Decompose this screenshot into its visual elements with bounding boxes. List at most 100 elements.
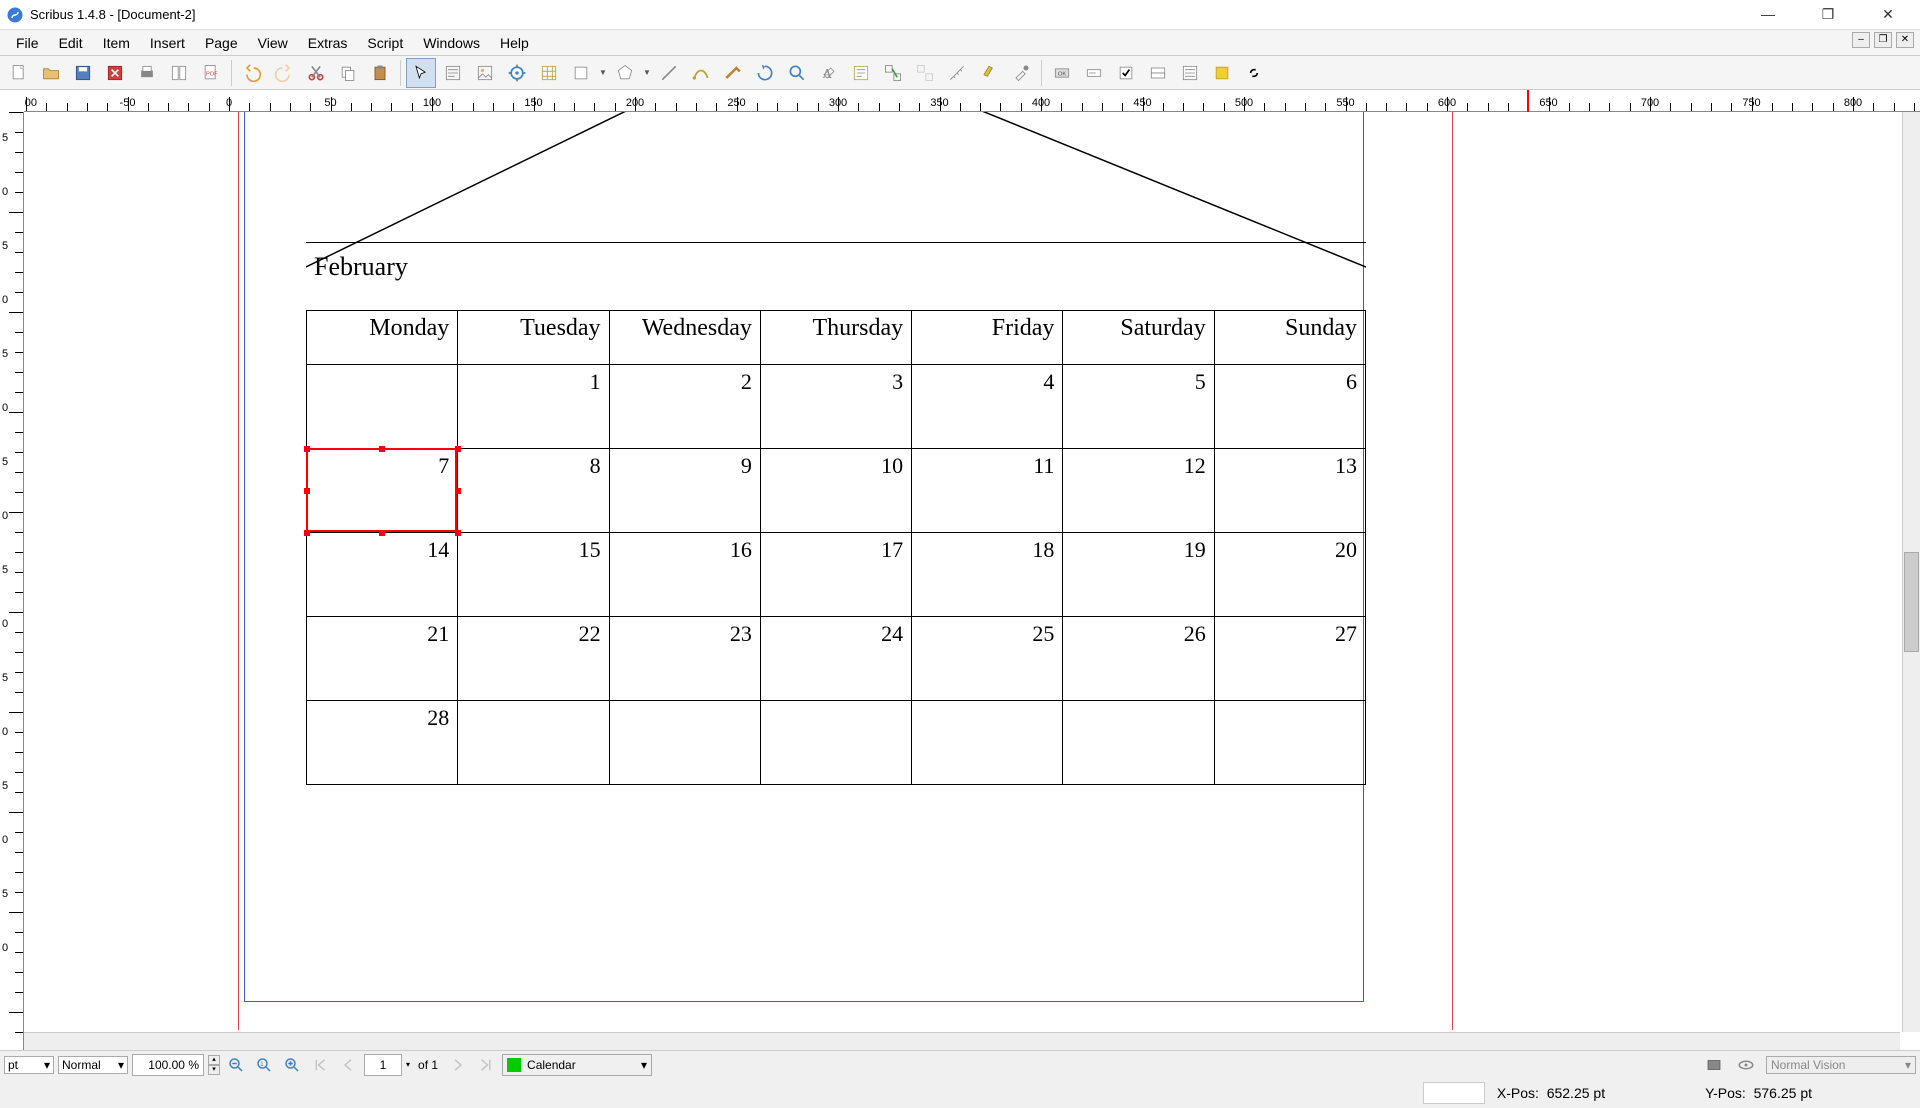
document-canvas[interactable]: February MondayTuesdayWednesdayThursdayF…: [24, 112, 1900, 1030]
horizontal-ruler[interactable]: -100-50050100150200250300350400450500550…: [24, 90, 1920, 112]
calendar-cell[interactable]: 3: [760, 365, 911, 449]
bezier-icon[interactable]: [686, 58, 716, 88]
calendar-cell[interactable]: 4: [912, 365, 1063, 449]
calendar-cell[interactable]: 24: [760, 617, 911, 701]
close-button[interactable]: ✕: [1870, 6, 1906, 23]
calendar-cell[interactable]: 18: [912, 533, 1063, 617]
maximize-button[interactable]: ❐: [1810, 6, 1846, 23]
menu-view[interactable]: View: [248, 32, 298, 54]
menu-script[interactable]: Script: [357, 32, 413, 54]
selection-outline[interactable]: [306, 448, 457, 532]
save-icon[interactable]: [68, 58, 98, 88]
unit-selector[interactable]: pt ▾: [4, 1056, 54, 1074]
calendar-cell[interactable]: [912, 701, 1063, 785]
calendar-cell[interactable]: [609, 701, 760, 785]
zoom-icon[interactable]: [782, 58, 812, 88]
paste-icon[interactable]: [365, 58, 395, 88]
calendar-cell[interactable]: 20: [1214, 533, 1365, 617]
image-frame-icon[interactable]: [470, 58, 500, 88]
preview-quality-selector[interactable]: Normal ▾: [58, 1056, 128, 1074]
calendar-cell[interactable]: 13: [1214, 449, 1365, 533]
polygon-dropdown-icon[interactable]: ▼: [642, 68, 652, 77]
calendar-cell[interactable]: 12: [1063, 449, 1214, 533]
mdi-minimize-button[interactable]: –: [1852, 32, 1870, 48]
redo-icon[interactable]: [269, 58, 299, 88]
table-icon[interactable]: [534, 58, 564, 88]
selection-handle[interactable]: [304, 446, 310, 452]
shape-dropdown-icon[interactable]: ▼: [598, 68, 608, 77]
vision-mode-selector[interactable]: Normal Vision▾: [1766, 1056, 1916, 1074]
calendar-cell[interactable]: 6: [1214, 365, 1365, 449]
undo-icon[interactable]: [237, 58, 267, 88]
vertical-scrollbar[interactable]: [1902, 112, 1920, 1032]
calendar-cell[interactable]: 27: [1214, 617, 1365, 701]
menu-item[interactable]: Item: [93, 32, 140, 54]
calendar-cell[interactable]: [1063, 701, 1214, 785]
calendar-cell[interactable]: [1214, 701, 1365, 785]
selection-handle[interactable]: [455, 488, 461, 494]
open-icon[interactable]: [36, 58, 66, 88]
new-icon[interactable]: [4, 58, 34, 88]
zoom-input[interactable]: [132, 1054, 204, 1076]
next-page-icon[interactable]: [446, 1054, 470, 1076]
mdi-close-button[interactable]: ✕: [1896, 32, 1914, 48]
menu-windows[interactable]: Windows: [413, 32, 490, 54]
preflight-icon[interactable]: [164, 58, 194, 88]
calendar-cell[interactable]: 16: [609, 533, 760, 617]
calendar-cell[interactable]: 17: [760, 533, 911, 617]
zoom-out-icon[interactable]: [224, 1054, 248, 1076]
calendar-cell[interactable]: 25: [912, 617, 1063, 701]
pdf-link-icon[interactable]: [1239, 58, 1269, 88]
selection-handle[interactable]: [379, 446, 385, 452]
selection-handle[interactable]: [304, 530, 310, 536]
calendar-cell[interactable]: 19: [1063, 533, 1214, 617]
zoom-spin-up[interactable]: ▴: [208, 1055, 220, 1065]
selection-handle[interactable]: [455, 530, 461, 536]
vertical-scroll-thumb[interactable]: [1904, 552, 1919, 652]
prev-page-icon[interactable]: [336, 1054, 360, 1076]
pdf-textfield-icon[interactable]: [1079, 58, 1109, 88]
measure-icon[interactable]: [942, 58, 972, 88]
pdf-combobox-icon[interactable]: [1143, 58, 1173, 88]
calendar-cell[interactable]: 2: [609, 365, 760, 449]
calendar-table[interactable]: MondayTuesdayWednesdayThursdayFridaySatu…: [306, 310, 1366, 785]
menu-page[interactable]: Page: [195, 32, 248, 54]
copy-icon[interactable]: [333, 58, 363, 88]
calendar-cell[interactable]: 15: [458, 533, 609, 617]
pdf-checkbox-icon[interactable]: [1111, 58, 1141, 88]
pdf-listbox-icon[interactable]: [1175, 58, 1205, 88]
zoom-reset-icon[interactable]: 1: [252, 1054, 276, 1076]
zoom-spin-down[interactable]: ▾: [208, 1065, 220, 1075]
calendar-cell[interactable]: 26: [1063, 617, 1214, 701]
calendar-cell[interactable]: 5: [1063, 365, 1214, 449]
select-tool-icon[interactable]: [406, 58, 436, 88]
calendar-cell[interactable]: 28: [307, 701, 458, 785]
calendar-cell[interactable]: 9: [609, 449, 760, 533]
menu-insert[interactable]: Insert: [140, 32, 195, 54]
zoom-in-icon[interactable]: [280, 1054, 304, 1076]
calendar-cell[interactable]: [760, 701, 911, 785]
calendar-cell[interactable]: 10: [760, 449, 911, 533]
unlink-frames-icon[interactable]: [910, 58, 940, 88]
eyedropper-icon[interactable]: [1006, 58, 1036, 88]
calendar-cell[interactable]: 1: [458, 365, 609, 449]
preview-mode-icon[interactable]: [1734, 1054, 1758, 1076]
selection-handle[interactable]: [304, 488, 310, 494]
mdi-restore-button[interactable]: ❐: [1874, 32, 1892, 48]
freehand-icon[interactable]: [718, 58, 748, 88]
menu-help[interactable]: Help: [490, 32, 539, 54]
calendar-cell[interactable]: 21: [307, 617, 458, 701]
pdf-button-icon[interactable]: OK: [1047, 58, 1077, 88]
calendar-cell[interactable]: [458, 701, 609, 785]
shape-icon[interactable]: [566, 58, 596, 88]
calendar-cell[interactable]: [307, 365, 458, 449]
text-frame-icon[interactable]: [438, 58, 468, 88]
cms-toggle-icon[interactable]: [1702, 1054, 1726, 1076]
polygon-icon[interactable]: [610, 58, 640, 88]
first-page-icon[interactable]: [308, 1054, 332, 1076]
calendar-cell[interactable]: 8: [458, 449, 609, 533]
copy-props-icon[interactable]: [974, 58, 1004, 88]
horizontal-scrollbar[interactable]: [24, 1032, 1900, 1050]
close-doc-icon[interactable]: [100, 58, 130, 88]
menu-extras[interactable]: Extras: [298, 32, 358, 54]
